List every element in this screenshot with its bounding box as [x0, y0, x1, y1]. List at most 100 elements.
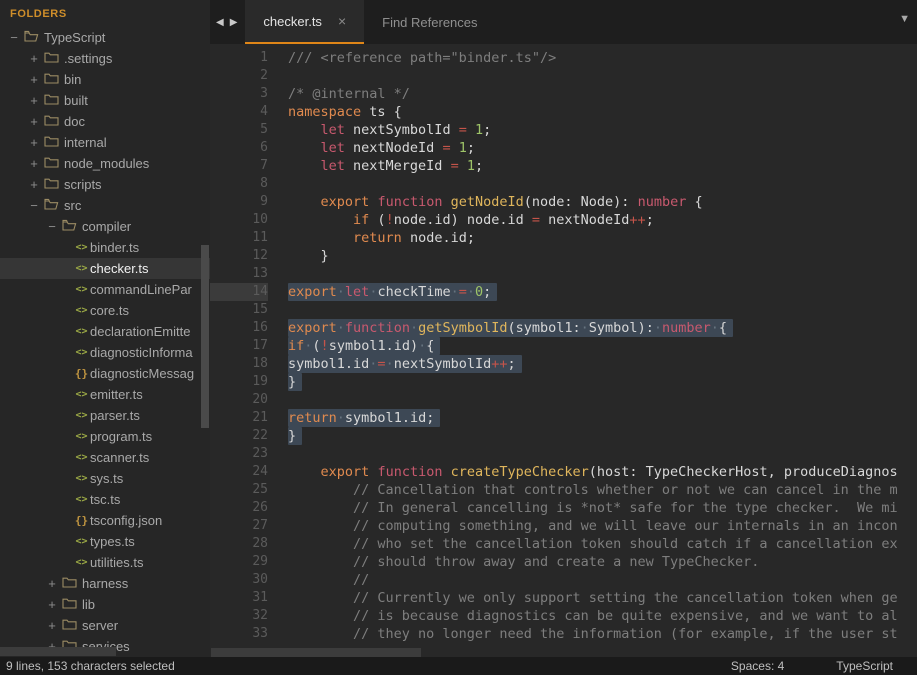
- expand-icon[interactable]: +: [46, 573, 58, 594]
- code-line[interactable]: 25 // Cancellation that controls whether…: [210, 481, 917, 499]
- code-line[interactable]: 31 // Currently we only support setting …: [210, 589, 917, 607]
- sidebar-item-node-modules[interactable]: +node_modules: [0, 153, 210, 174]
- code-line[interactable]: 9 export function getNodeId(node: Node):…: [210, 193, 917, 211]
- expand-icon[interactable]: +: [28, 111, 40, 132]
- sidebar-item-utilities-ts[interactable]: <>utilities.ts: [0, 552, 210, 573]
- line-number[interactable]: 6: [210, 139, 268, 157]
- collapse-icon[interactable]: −: [28, 195, 40, 216]
- expand-icon[interactable]: +: [28, 90, 40, 111]
- tab-find-references[interactable]: Find References: [364, 0, 495, 44]
- line-number[interactable]: 24: [210, 463, 268, 481]
- code-line[interactable]: 3/* @internal */: [210, 85, 917, 103]
- code-line[interactable]: 1/// <reference path="binder.ts"/>: [210, 49, 917, 67]
- code-line[interactable]: 5 let nextSymbolId = 1;: [210, 121, 917, 139]
- sidebar-item-built[interactable]: +built: [0, 90, 210, 111]
- sidebar-item-declarationemitte[interactable]: <>declarationEmitte: [0, 321, 210, 342]
- code-line[interactable]: 27 // computing something, and we will l…: [210, 517, 917, 535]
- code-line[interactable]: 7 let nextMergeId = 1;: [210, 157, 917, 175]
- code-line[interactable]: 28 // who set the cancellation token sho…: [210, 535, 917, 553]
- code-line[interactable]: 21return·symbol1.id;: [210, 409, 917, 427]
- code-line[interactable]: 20: [210, 391, 917, 409]
- line-number[interactable]: 10: [210, 211, 268, 229]
- sidebar-item-typescript[interactable]: −TypeScript: [0, 27, 210, 48]
- code-line[interactable]: 15: [210, 301, 917, 319]
- sidebar-item-core-ts[interactable]: <>core.ts: [0, 300, 210, 321]
- collapse-icon[interactable]: −: [46, 216, 58, 237]
- line-number[interactable]: 31: [210, 589, 268, 607]
- tab-overflow-dropdown-icon[interactable]: ▼: [899, 13, 910, 25]
- next-tab-arrow-icon[interactable]: ▶: [230, 17, 238, 28]
- code-line[interactable]: 8: [210, 175, 917, 193]
- line-number[interactable]: 20: [210, 391, 268, 409]
- sidebar-item-settings[interactable]: +.settings: [0, 48, 210, 69]
- line-number[interactable]: 30: [210, 571, 268, 589]
- sidebar-item-internal[interactable]: +internal: [0, 132, 210, 153]
- line-number[interactable]: 15: [210, 301, 268, 319]
- sidebar-item-commandlinepar[interactable]: <>commandLinePar: [0, 279, 210, 300]
- sidebar-item-diagnosticinforma[interactable]: <>diagnosticInforma: [0, 342, 210, 363]
- sidebar-item-server[interactable]: +server: [0, 615, 210, 636]
- expand-icon[interactable]: +: [28, 153, 40, 174]
- syntax-setting[interactable]: TypeScript: [836, 659, 893, 673]
- expand-icon[interactable]: +: [46, 594, 58, 615]
- code-line[interactable]: 2: [210, 67, 917, 85]
- line-number[interactable]: 11: [210, 229, 268, 247]
- code-line[interactable]: 26 // In general cancelling is *not* saf…: [210, 499, 917, 517]
- line-number[interactable]: 33: [210, 625, 268, 643]
- line-number[interactable]: 26: [210, 499, 268, 517]
- code-line[interactable]: 30 //: [210, 571, 917, 589]
- line-number[interactable]: 22: [210, 427, 268, 445]
- code-line[interactable]: 29 // should throw away and create a new…: [210, 553, 917, 571]
- line-number[interactable]: 29: [210, 553, 268, 571]
- sidebar-item-scanner-ts[interactable]: <>scanner.ts: [0, 447, 210, 468]
- line-number[interactable]: 17: [210, 337, 268, 355]
- line-number[interactable]: 3: [210, 85, 268, 103]
- code-line[interactable]: 22}: [210, 427, 917, 445]
- collapse-icon[interactable]: −: [8, 27, 20, 48]
- sidebar-item-doc[interactable]: +doc: [0, 111, 210, 132]
- sidebar-item-bin[interactable]: +bin: [0, 69, 210, 90]
- line-number[interactable]: 28: [210, 535, 268, 553]
- sidebar-item-types-ts[interactable]: <>types.ts: [0, 531, 210, 552]
- code-line[interactable]: 17if·(!symbol1.id)·{: [210, 337, 917, 355]
- code-line[interactable]: 19}: [210, 373, 917, 391]
- code-line[interactable]: 24 export function createTypeChecker(hos…: [210, 463, 917, 481]
- tab-checker-ts[interactable]: checker.ts ×: [245, 0, 364, 44]
- sidebar-item-binder-ts[interactable]: <>binder.ts: [0, 237, 210, 258]
- line-number[interactable]: 8: [210, 175, 268, 193]
- code-line[interactable]: 13: [210, 265, 917, 283]
- code-editor[interactable]: 1/// <reference path="binder.ts"/>23/* @…: [210, 44, 917, 657]
- sidebar-item-tsc-ts[interactable]: <>tsc.ts: [0, 489, 210, 510]
- line-number[interactable]: 5: [210, 121, 268, 139]
- sidebar-vertical-scrollbar[interactable]: [201, 245, 209, 428]
- code-line[interactable]: 18symbol1.id·=·nextSymbolId++;: [210, 355, 917, 373]
- code-line[interactable]: 16export·function·getSymbolId(symbol1:·S…: [210, 319, 917, 337]
- sidebar-item-lib[interactable]: +lib: [0, 594, 210, 615]
- sidebar-item-compiler[interactable]: −compiler: [0, 216, 210, 237]
- code-line[interactable]: 6 let nextNodeId = 1;: [210, 139, 917, 157]
- line-number[interactable]: 27: [210, 517, 268, 535]
- expand-icon[interactable]: +: [28, 174, 40, 195]
- prev-tab-arrow-icon[interactable]: ◀: [216, 17, 224, 28]
- line-number[interactable]: 32: [210, 607, 268, 625]
- line-number[interactable]: 1: [210, 49, 268, 67]
- sidebar-item-program-ts[interactable]: <>program.ts: [0, 426, 210, 447]
- expand-icon[interactable]: +: [28, 69, 40, 90]
- sidebar-item-checker-ts[interactable]: <>checker.ts: [0, 258, 210, 279]
- expand-icon[interactable]: +: [28, 132, 40, 153]
- expand-icon[interactable]: +: [46, 615, 58, 636]
- sidebar-item-parser-ts[interactable]: <>parser.ts: [0, 405, 210, 426]
- line-number[interactable]: 12: [210, 247, 268, 265]
- line-number[interactable]: 25: [210, 481, 268, 499]
- code-line[interactable]: 33 // they no longer need the informatio…: [210, 625, 917, 643]
- code-line[interactable]: 10 if (!node.id) node.id = nextNodeId++;: [210, 211, 917, 229]
- sidebar-horizontal-scrollbar[interactable]: [0, 647, 116, 656]
- indentation-setting[interactable]: Spaces: 4: [731, 659, 784, 673]
- sidebar-item-harness[interactable]: +harness: [0, 573, 210, 594]
- code-line[interactable]: 14export·let·checkTime·=·0;: [210, 283, 917, 301]
- line-number[interactable]: 14: [210, 283, 268, 301]
- line-number[interactable]: 19: [210, 373, 268, 391]
- line-number[interactable]: 16: [210, 319, 268, 337]
- sidebar-item-sys-ts[interactable]: <>sys.ts: [0, 468, 210, 489]
- line-number[interactable]: 4: [210, 103, 268, 121]
